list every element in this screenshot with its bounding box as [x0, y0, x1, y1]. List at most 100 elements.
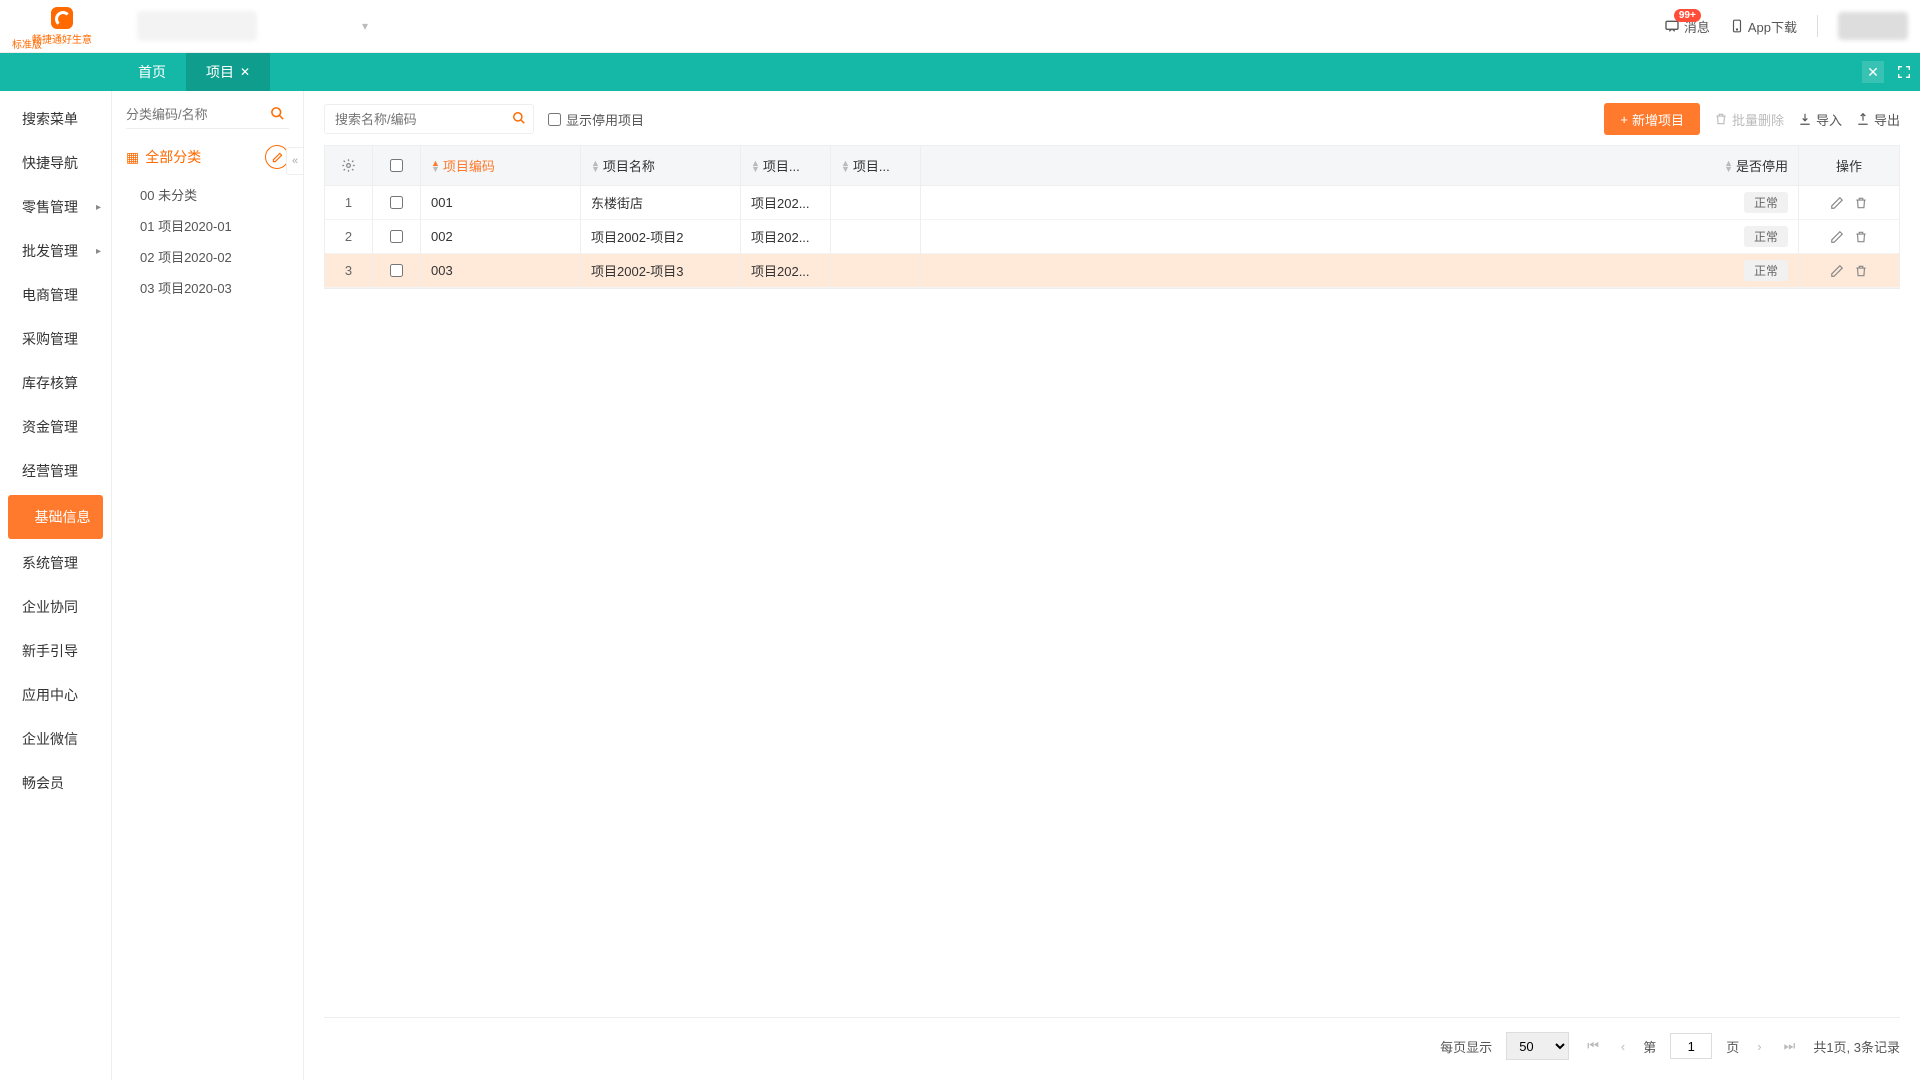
next-page-button[interactable]: ›	[1753, 1039, 1765, 1054]
row-checkbox[interactable]	[373, 220, 421, 253]
nav-guide[interactable]: 新手引导	[0, 629, 111, 673]
nav-appcenter[interactable]: 应用中心	[0, 673, 111, 717]
nav-ecommerce[interactable]: 电商管理	[0, 273, 111, 317]
column-settings-button[interactable]	[325, 146, 373, 185]
nav-label: 经营管理	[22, 461, 78, 481]
edit-icon[interactable]	[1830, 196, 1844, 210]
nav-operate[interactable]: 经营管理	[0, 449, 111, 493]
app-download-button[interactable]: App下载	[1730, 17, 1797, 36]
nav-wecom[interactable]: 企业微信	[0, 717, 111, 761]
user-avatar-blurred[interactable]	[1838, 12, 1908, 40]
page-input[interactable]	[1670, 1033, 1712, 1059]
row-checkbox[interactable]	[373, 254, 421, 287]
sort-icon: ▲▼	[431, 160, 440, 172]
table-header: ▲▼项目编码 ▲▼项目名称 ▲▼项目... ▲▼项目... ▲▼是否停用 操作	[325, 146, 1899, 186]
table-row[interactable]: 1001东楼街店项目202...正常	[325, 186, 1899, 220]
nav-label: 应用中心	[22, 685, 78, 705]
nav-collab[interactable]: 企业协同	[0, 585, 111, 629]
edit-icon[interactable]	[1830, 230, 1844, 244]
messages-button[interactable]: 99+ 消息	[1664, 17, 1710, 36]
sort-icon: ▲▼	[841, 160, 850, 172]
org-selector-blurred[interactable]	[137, 11, 257, 41]
nav-wholesale[interactable]: 批发管理▸	[0, 229, 111, 273]
category-item[interactable]: 01 项目2020-01	[112, 210, 303, 241]
per-page-select[interactable]: 50	[1506, 1032, 1569, 1060]
col-name[interactable]: ▲▼项目名称	[581, 146, 741, 185]
row-index: 2	[325, 220, 373, 253]
nav-label: 企业协同	[22, 597, 78, 617]
import-label: 导入	[1816, 110, 1842, 129]
delete-icon[interactable]	[1854, 196, 1868, 210]
prev-page-button[interactable]: ‹	[1617, 1039, 1629, 1054]
category-item[interactable]: 00 未分类	[112, 179, 303, 210]
edit-icon[interactable]	[1830, 264, 1844, 278]
tab-project[interactable]: 项目 ✕	[186, 53, 270, 91]
checkbox[interactable]	[390, 159, 403, 172]
nav-member[interactable]: 畅会员	[0, 761, 111, 805]
delete-icon[interactable]	[1854, 230, 1868, 244]
divider	[1817, 15, 1818, 37]
tab-home[interactable]: 首页	[118, 53, 186, 91]
cell-status: 正常	[921, 254, 1799, 287]
table-row[interactable]: 3003项目2002-项目3项目202...正常	[325, 254, 1899, 288]
nav-label: 系统管理	[22, 553, 78, 573]
category-item[interactable]: 03 项目2020-03	[112, 272, 303, 303]
nav-basic[interactable]: 基础信息	[8, 495, 103, 539]
nav-retail[interactable]: 零售管理▸	[0, 185, 111, 229]
row-index: 1	[325, 186, 373, 219]
logo-sub: 标准版	[12, 36, 42, 51]
nav-label: 基础信息	[35, 507, 91, 527]
toolbar-right: + 新增项目 批量删除 导入	[1604, 103, 1900, 135]
close-all-tabs-button[interactable]: ✕	[1862, 61, 1884, 83]
nav-purchase[interactable]: 采购管理	[0, 317, 111, 361]
tab-home-label: 首页	[138, 62, 166, 82]
cell-p4	[831, 186, 921, 219]
search-icon[interactable]	[512, 111, 526, 125]
chevron-down-icon[interactable]: ▾	[362, 19, 368, 33]
nav-search-menu[interactable]: 搜索菜单	[0, 97, 111, 141]
add-label: 新增项目	[1632, 110, 1684, 129]
close-icon[interactable]: ✕	[240, 65, 250, 79]
checkbox[interactable]	[548, 113, 561, 126]
collapse-panel-button[interactable]: «	[286, 147, 304, 175]
checkbox[interactable]	[390, 230, 403, 243]
checkbox[interactable]	[390, 196, 403, 209]
nav-system[interactable]: 系统管理	[0, 541, 111, 585]
col-p4[interactable]: ▲▼项目...	[831, 146, 921, 185]
import-button[interactable]: 导入	[1798, 110, 1842, 129]
last-page-button[interactable]: ⏭	[1780, 1038, 1800, 1054]
select-all-checkbox[interactable]	[373, 146, 421, 185]
nav-label: 批发管理	[22, 241, 78, 261]
bulk-delete-button[interactable]: 批量删除	[1714, 110, 1784, 129]
category-all-label: 全部分类	[145, 147, 201, 167]
show-disabled-checkbox[interactable]: 显示停用项目	[548, 110, 644, 129]
delete-icon[interactable]	[1854, 264, 1868, 278]
category-all[interactable]: ▦ 全部分类	[112, 139, 303, 175]
cell-actions	[1799, 186, 1899, 219]
grid-icon: ▦	[126, 149, 139, 166]
cell-code: 002	[421, 220, 581, 253]
category-item[interactable]: 02 项目2020-02	[112, 241, 303, 272]
col-p3[interactable]: ▲▼项目...	[741, 146, 831, 185]
col-status[interactable]: ▲▼是否停用	[921, 146, 1799, 185]
nav-label: 资金管理	[22, 417, 78, 437]
export-button[interactable]: 导出	[1856, 110, 1900, 129]
search-input[interactable]	[324, 104, 534, 134]
cell-code: 001	[421, 186, 581, 219]
cell-actions	[1799, 254, 1899, 287]
table-row[interactable]: 2002项目2002-项目2项目202...正常	[325, 220, 1899, 254]
first-page-button[interactable]: ⏮	[1583, 1038, 1603, 1054]
fullscreen-icon[interactable]	[1896, 64, 1912, 80]
nav-inventory[interactable]: 库存核算	[0, 361, 111, 405]
search-icon[interactable]	[270, 106, 285, 121]
col-code[interactable]: ▲▼项目编码	[421, 146, 581, 185]
col-label: 项目...	[853, 156, 890, 175]
trash-icon	[1714, 112, 1728, 126]
add-project-button[interactable]: + 新增项目	[1604, 103, 1700, 135]
nav-quick[interactable]: 快捷导航	[0, 141, 111, 185]
nav-funds[interactable]: 资金管理	[0, 405, 111, 449]
row-checkbox[interactable]	[373, 186, 421, 219]
category-search-input[interactable]	[126, 101, 289, 129]
checkbox[interactable]	[390, 264, 403, 277]
cell-code: 003	[421, 254, 581, 287]
